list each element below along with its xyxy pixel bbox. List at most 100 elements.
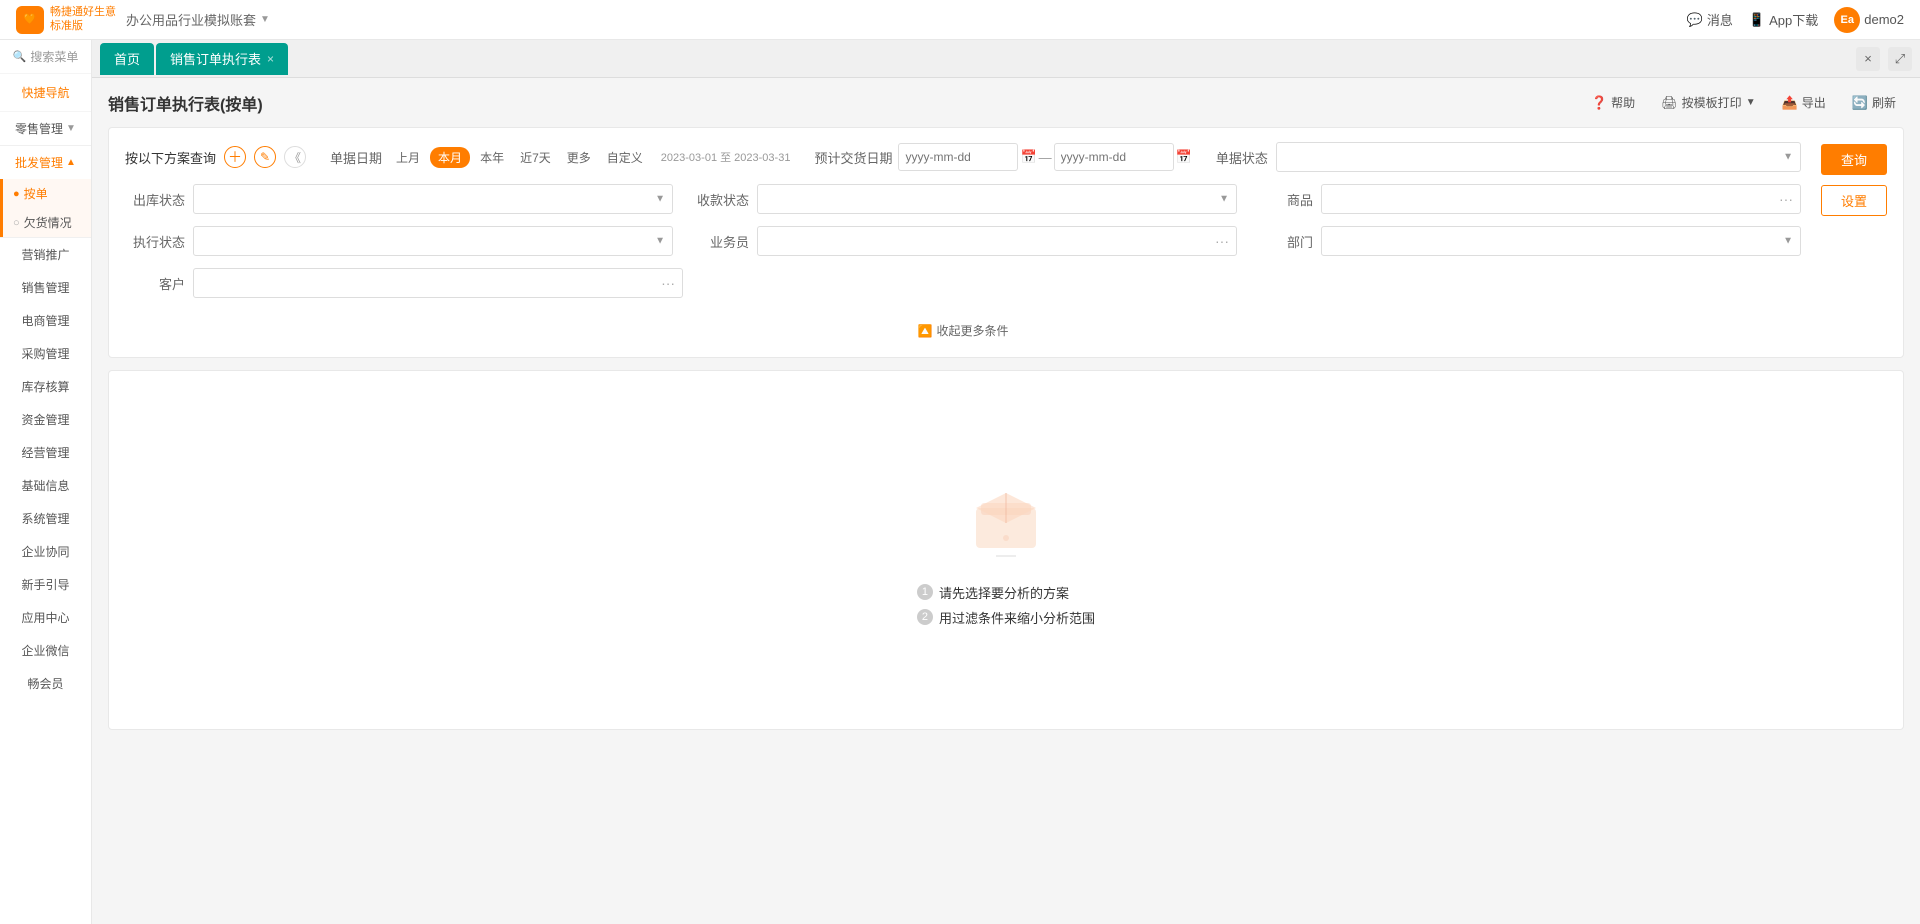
salesperson-input[interactable]	[757, 226, 1237, 256]
shipment-status-item: 出库状态 ▼	[125, 184, 673, 214]
export-btn[interactable]: 📤 导出	[1774, 90, 1834, 115]
date-separator: —	[1039, 150, 1052, 165]
empty-illustration	[956, 468, 1056, 571]
expected-date-start[interactable]	[898, 143, 1018, 171]
sidebar-item-marketing[interactable]: 营销推广	[0, 238, 91, 271]
tab-home[interactable]: 首页	[100, 43, 154, 75]
salesperson-item: 业务员 ···	[689, 226, 1237, 256]
sidebar-item-appcenter[interactable]: 应用中心	[0, 601, 91, 634]
calendar-end-icon[interactable]: 📅	[1176, 149, 1192, 165]
empty-tip-1: 1 请先选择要分析的方案	[917, 583, 1095, 602]
logo-text: 畅捷通好生意 标准版	[50, 6, 116, 32]
collapse-icon: 🔼	[918, 324, 933, 338]
debt-icon: ○	[13, 217, 20, 229]
avatar: Ea	[1834, 7, 1860, 33]
filter-row-3: 客户 ···	[125, 268, 1801, 298]
message-btn[interactable]: 💬 消息	[1687, 10, 1733, 29]
sidebar-item-enterprise[interactable]: 企业协同	[0, 535, 91, 568]
sidebar-sub-debt[interactable]: ○ 欠货情况	[3, 208, 91, 237]
payment-status-wrap: ▼	[757, 184, 1237, 214]
tab-maximize-btn[interactable]: ⤢	[1888, 47, 1912, 71]
sidebar-item-inventory[interactable]: 库存核算	[0, 370, 91, 403]
filter-controls: 按以下方案查询 ＋ ✎ 《 单据日期 上月 本月 本年	[125, 142, 1801, 343]
sidebar-item-member[interactable]: 畅会员	[0, 667, 91, 700]
date-tabs: 上月 本月 本年 近7天 更多 自定义	[390, 147, 649, 168]
search-icon: 🔍	[13, 50, 27, 63]
tab-sales-orders[interactable]: 销售订单执行表 ×	[156, 43, 288, 75]
help-icon: ❓	[1591, 95, 1607, 111]
filter-scheme-row: 按以下方案查询 ＋ ✎ 《 单据日期 上月 本月 本年	[125, 142, 1801, 172]
expected-date-end[interactable]	[1054, 143, 1174, 171]
app-download-btn[interactable]: 📱 App下载	[1749, 10, 1818, 29]
customer-input[interactable]	[193, 268, 683, 298]
collapse-more-btn[interactable]: 🔼 收起更多条件	[918, 322, 1009, 339]
scheme-edit-btn[interactable]: ✎	[254, 146, 276, 168]
topbar-title[interactable]: 办公用品行业模拟账套 ▼	[126, 10, 270, 29]
orders-icon: ●	[13, 188, 20, 200]
main-layout: 🔍 搜索菜单 快捷导航 零售管理 ▼ 批发管理 ▲ ● 按单	[0, 40, 1920, 924]
department-wrap: ▼	[1321, 226, 1801, 256]
user-area[interactable]: Ea demo2	[1834, 7, 1904, 33]
status-select[interactable]	[1276, 142, 1801, 172]
tab-close-icon[interactable]: ×	[267, 52, 274, 66]
shipment-status-select[interactable]	[193, 184, 673, 214]
salesperson-label: 业务员	[689, 232, 749, 251]
sidebar-item-sales[interactable]: 销售管理	[0, 271, 91, 304]
product-label: 商品	[1253, 190, 1313, 209]
date-tab-thismonth[interactable]: 本月	[430, 147, 470, 168]
sidebar-item-basic[interactable]: 基础信息	[0, 469, 91, 502]
sidebar-item-purchase[interactable]: 采购管理	[0, 337, 91, 370]
refresh-btn[interactable]: 🔄 刷新	[1844, 90, 1904, 115]
sidebar-item-finance[interactable]: 资金管理	[0, 403, 91, 436]
date-tab-lastmonth[interactable]: 上月	[390, 147, 426, 168]
filter-main: 按以下方案查询 ＋ ✎ 《 单据日期 上月 本月 本年	[125, 142, 1887, 343]
payment-status-label: 收款状态	[689, 190, 749, 209]
print-btn[interactable]: 🖨 按模板打印 ▼	[1653, 90, 1763, 115]
sidebar: 🔍 搜索菜单 快捷导航 零售管理 ▼ 批发管理 ▲ ● 按单	[0, 40, 92, 924]
date-tab-custom[interactable]: 自定义	[601, 147, 649, 168]
expected-date-label: 预计交货日期	[814, 148, 892, 167]
sidebar-item-system[interactable]: 系统管理	[0, 502, 91, 535]
customer-input-wrap: ···	[193, 268, 683, 298]
tab-bar: 首页 销售订单执行表 × × ⤢	[92, 40, 1920, 78]
empty-state: 1 请先选择要分析的方案 2 用过滤条件来缩小分析范围	[108, 370, 1904, 730]
sidebar-wholesale-group: 批发管理 ▲ ● 按单 ○ 欠货情况	[0, 146, 91, 238]
logo-area: 🧡 畅捷通好生意 标准版	[16, 6, 116, 34]
page-header: 销售订单执行表(按单) ❓ 帮助 🖨 按模板打印 ▼ 📤 导出	[108, 90, 1904, 115]
sidebar-item-newbie[interactable]: 新手引导	[0, 568, 91, 601]
product-input[interactable]	[1321, 184, 1801, 214]
sidebar-item-business[interactable]: 经营管理	[0, 436, 91, 469]
status-label: 单据状态	[1216, 148, 1268, 167]
tip-num-1: 1	[917, 584, 933, 600]
payment-status-item: 收款状态 ▼	[689, 184, 1237, 214]
date-tab-thisyear[interactable]: 本年	[474, 147, 510, 168]
help-btn[interactable]: ❓ 帮助	[1583, 90, 1643, 115]
date-tab-last7[interactable]: 近7天	[514, 147, 557, 168]
filter-action-col: 查询 设置	[1821, 142, 1887, 343]
date-filter: 单据日期 上月 本月 本年 近7天 更多 自定义 2023-03-01 至 20…	[330, 147, 790, 168]
scheme-collapse-btn[interactable]: 《	[284, 146, 306, 168]
sidebar-shortcut[interactable]: 快捷导航	[0, 74, 91, 112]
shipment-status-label: 出库状态	[125, 190, 185, 209]
page-title: 销售订单执行表(按单)	[108, 91, 263, 115]
empty-tips: 1 请先选择要分析的方案 2 用过滤条件来缩小分析范围	[917, 583, 1095, 633]
settings-button[interactable]: 设置	[1821, 185, 1887, 216]
topbar-right: 💬 消息 📱 App下载 Ea demo2	[1687, 7, 1904, 33]
tab-close-window-btn[interactable]: ×	[1856, 47, 1880, 71]
exec-status-item: 执行状态 ▼	[125, 226, 673, 256]
sidebar-search[interactable]: 🔍 搜索菜单	[0, 40, 91, 74]
customer-label: 客户	[125, 274, 185, 293]
sidebar-item-wechat[interactable]: 企业微信	[0, 634, 91, 667]
department-select[interactable]	[1321, 226, 1801, 256]
calendar-start-icon[interactable]: 📅	[1020, 149, 1036, 165]
sidebar-item-ecommerce[interactable]: 电商管理	[0, 304, 91, 337]
salesperson-input-wrap: ···	[757, 226, 1237, 256]
date-tab-more[interactable]: 更多	[561, 147, 597, 168]
sidebar-sub-orders[interactable]: ● 按单	[3, 179, 91, 208]
payment-status-select[interactable]	[757, 184, 1237, 214]
sidebar-item-retail[interactable]: 零售管理 ▼	[0, 112, 91, 145]
scheme-add-btn[interactable]: ＋	[224, 146, 246, 168]
exec-status-select[interactable]	[193, 226, 673, 256]
sidebar-item-wholesale[interactable]: 批发管理 ▲	[0, 146, 91, 179]
query-button[interactable]: 查询	[1821, 144, 1887, 175]
